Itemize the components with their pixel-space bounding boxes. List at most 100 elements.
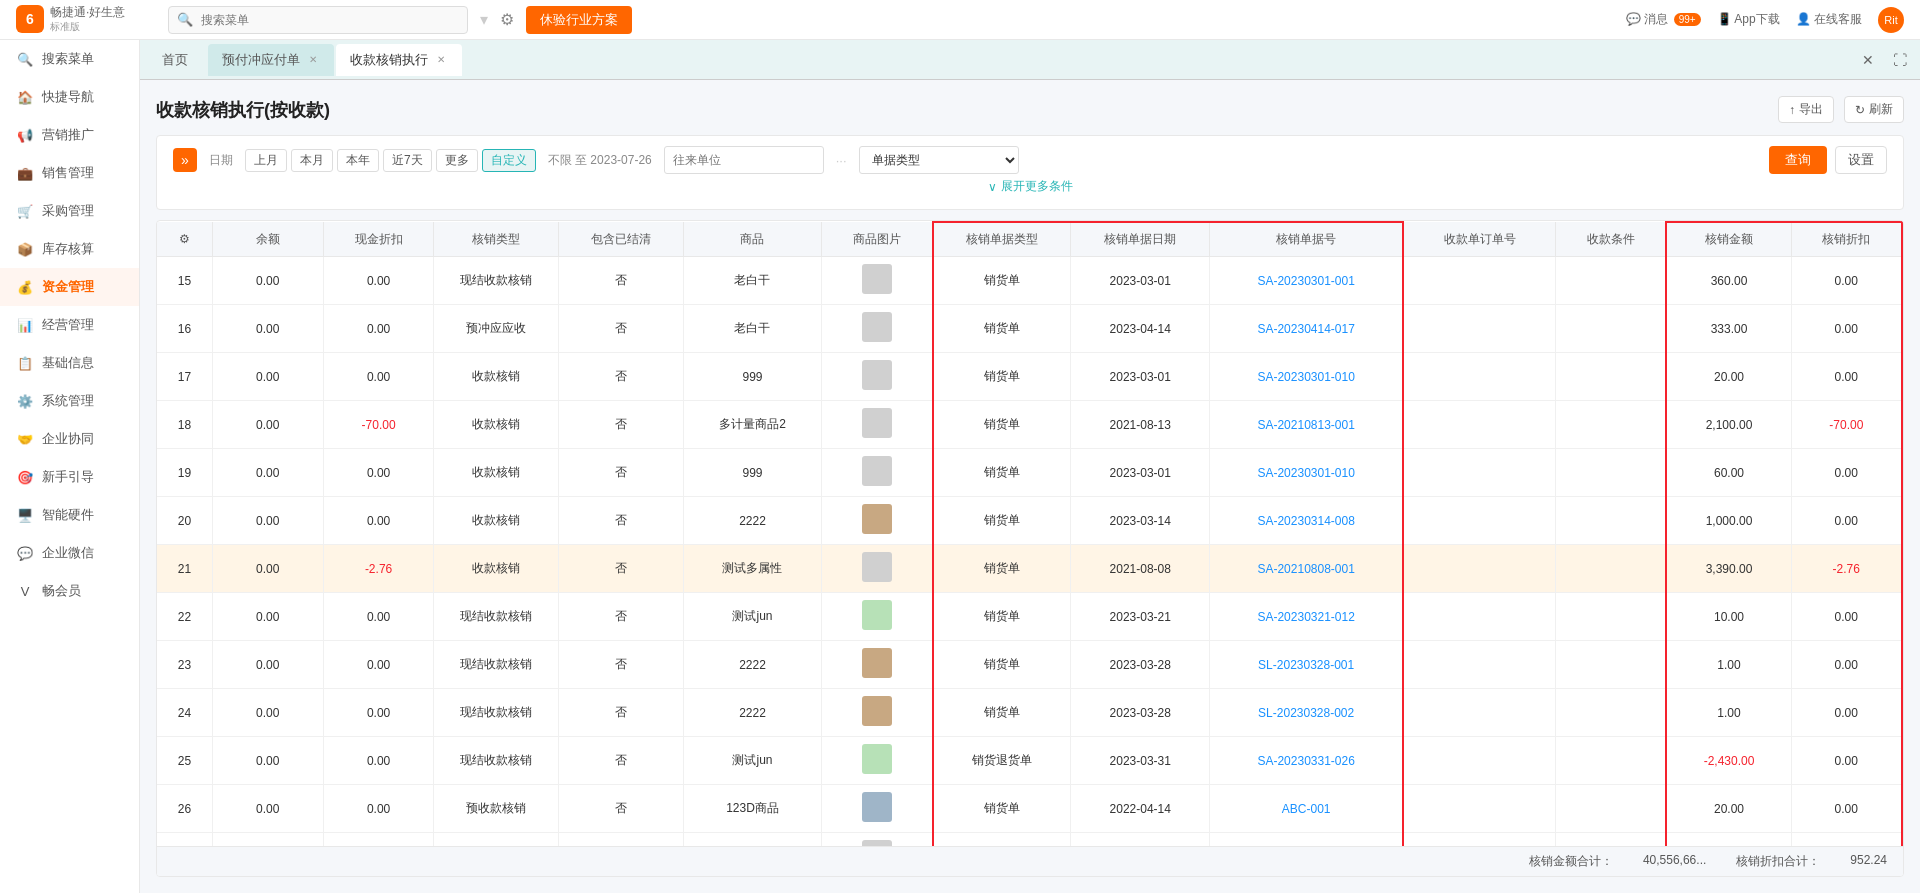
- row-goods: 2222: [683, 641, 821, 689]
- total-amount-label: 核销金额合计：: [1529, 853, 1613, 870]
- sidebar-item-hardware[interactable]: 🖥️ 智能硬件: [0, 496, 139, 534]
- bill-no-link[interactable]: ABC-001: [1282, 802, 1331, 816]
- tab-cancel[interactable]: 收款核销执行 ✕: [336, 44, 462, 76]
- query-button[interactable]: 查询: [1769, 146, 1827, 174]
- bill-no-link[interactable]: SA-20230301-010: [1257, 370, 1354, 384]
- row-cancel-amount: 60.00: [1666, 449, 1791, 497]
- table-wrapper[interactable]: ⚙ 余额 现金折扣 核销类型 包含已结清 商品 商品图片 核销单据类型 核销单据…: [157, 221, 1903, 846]
- tab-close-cancel[interactable]: ✕: [434, 53, 448, 67]
- sidebar-item-search[interactable]: 🔍 搜索菜单: [0, 40, 139, 78]
- marketing-icon: 📢: [16, 126, 34, 144]
- sidebar-item-member[interactable]: V 畅会员: [0, 572, 139, 610]
- bill-no-link[interactable]: SA-20230331-026: [1257, 754, 1354, 768]
- row-cancel-amount: 2,100.00: [1666, 401, 1791, 449]
- maximize-icon[interactable]: ⛶: [1888, 48, 1912, 72]
- sidebar-item-system[interactable]: ⚙️ 系统管理: [0, 382, 139, 420]
- row-goods: 多计量商品2: [683, 401, 821, 449]
- tab-bar: 首页 预付冲应付单 ✕ 收款核销执行 ✕ ✕ ⛶: [140, 40, 1920, 80]
- search-icon: 🔍: [16, 50, 34, 68]
- industry-btn[interactable]: 休验行业方案: [526, 6, 632, 34]
- gear-icon[interactable]: ⚙: [500, 10, 514, 29]
- table-row: 23 0.00 0.00 现结收款核销 否 2222 销货单 2023-03-2…: [157, 641, 1902, 689]
- col-cancel-type: 核销类型: [434, 222, 559, 257]
- row-goods: 999: [683, 449, 821, 497]
- app-download[interactable]: 📱 App下载: [1717, 11, 1780, 28]
- col-cancel-discount: 核销折扣: [1791, 222, 1902, 257]
- sidebar-item-wechat[interactable]: 💬 企业微信: [0, 534, 139, 572]
- sidebar-item-quick-nav[interactable]: 🏠 快捷导航: [0, 78, 139, 116]
- sidebar-item-basic[interactable]: 📋 基础信息: [0, 344, 139, 382]
- sidebar-item-operation[interactable]: 📊 经营管理: [0, 306, 139, 344]
- row-cancel-type: 收款核销: [434, 353, 559, 401]
- this-month-btn[interactable]: 本月: [291, 149, 333, 172]
- bill-no-link[interactable]: SA-20230414-017: [1257, 322, 1354, 336]
- expand-more-btn[interactable]: ∨ 展开更多条件: [173, 174, 1887, 199]
- bill-no-link[interactable]: SA-20210808-001: [1257, 562, 1354, 576]
- this-year-btn[interactable]: 本年: [337, 149, 379, 172]
- filter-expand-button[interactable]: »: [173, 148, 197, 172]
- sidebar-item-inventory[interactable]: 📦 库存核算: [0, 230, 139, 268]
- row-goods: 测试多属性: [683, 545, 821, 593]
- row-cancel-bill-no: SA-20230314-008: [1209, 497, 1403, 545]
- avatar[interactable]: Rit: [1878, 7, 1904, 33]
- close-window-icon[interactable]: ✕: [1856, 48, 1880, 72]
- row-balance: 0.00: [212, 401, 323, 449]
- hardware-icon: 🖥️: [16, 506, 34, 524]
- row-cancel-amount: 10.00: [1666, 593, 1791, 641]
- table-footer: 核销金额合计： 40,556,66... 核销折扣合计： 952.24: [157, 846, 1903, 876]
- col-receipt-cond: 收款条件: [1556, 222, 1667, 257]
- export-button[interactable]: ↑ 导出: [1778, 96, 1834, 123]
- sidebar-item-enterprise[interactable]: 🤝 企业协同: [0, 420, 139, 458]
- bill-no-link[interactable]: SA-20230301-001: [1257, 274, 1354, 288]
- row-goods-img: [822, 497, 933, 545]
- bill-no-link[interactable]: SA-20230301-010: [1257, 466, 1354, 480]
- sidebar-item-label: 资金管理: [42, 278, 94, 296]
- search-input[interactable]: [201, 13, 459, 27]
- row-cancel-type: 预冲应应收: [434, 305, 559, 353]
- bill-no-link[interactable]: SL-20230328-001: [1258, 658, 1354, 672]
- table-row: 26 0.00 0.00 预收款核销 否 123D商品 销货单 2022-04-…: [157, 785, 1902, 833]
- more-btn[interactable]: 更多: [436, 149, 478, 172]
- sidebar-item-marketing[interactable]: 📢 营销推广: [0, 116, 139, 154]
- top-search-box[interactable]: 🔍: [168, 6, 468, 34]
- refresh-button[interactable]: ↻ 刷新: [1844, 96, 1904, 123]
- row-receipt-order-no: [1403, 449, 1555, 497]
- tab-home[interactable]: 首页: [148, 44, 202, 76]
- row-cancel-bill-type: 销货退货单: [933, 737, 1071, 785]
- last7days-btn[interactable]: 近7天: [383, 149, 432, 172]
- bill-no-link[interactable]: SA-20230321-012: [1257, 610, 1354, 624]
- row-cancel-discount: 0.00: [1791, 305, 1902, 353]
- col-settings[interactable]: ⚙: [157, 222, 212, 257]
- row-cancel-bill-no: SA-20230301-010: [1209, 353, 1403, 401]
- sidebar-item-guide[interactable]: 🎯 新手引导: [0, 458, 139, 496]
- wechat-icon: 💬: [16, 544, 34, 562]
- settings-button[interactable]: 设置: [1835, 146, 1887, 174]
- row-receipt-cond: [1556, 737, 1667, 785]
- bill-no-link[interactable]: SA-20230314-008: [1257, 514, 1354, 528]
- dropdown-icon[interactable]: ▾: [480, 10, 488, 29]
- bill-no-link[interactable]: SA-20210813-001: [1257, 418, 1354, 432]
- tab-prepay[interactable]: 预付冲应付单 ✕: [208, 44, 334, 76]
- bill-type-select[interactable]: 单据类型: [859, 146, 1019, 174]
- row-balance: 0.00: [212, 497, 323, 545]
- message-area[interactable]: 💬 消息 99+: [1626, 11, 1701, 28]
- row-cancel-bill-type: 销货单: [933, 449, 1071, 497]
- row-goods-img: [822, 833, 933, 847]
- sidebar-item-capital[interactable]: 💰 资金管理: [0, 268, 139, 306]
- row-balance: 0.00: [212, 257, 323, 305]
- last-month-btn[interactable]: 上月: [245, 149, 287, 172]
- sidebar-item-label: 销售管理: [42, 164, 94, 182]
- tab-close-prepay[interactable]: ✕: [306, 53, 320, 67]
- online-service[interactable]: 👤 在线客服: [1796, 11, 1862, 28]
- bill-no-link[interactable]: SL-20230328-002: [1258, 706, 1354, 720]
- tab-bar-right: ✕ ⛶: [1856, 48, 1912, 72]
- row-balance: 0.00: [212, 737, 323, 785]
- sidebar-item-sales[interactable]: 💼 销售管理: [0, 154, 139, 192]
- col-cash-discount: 现金折扣: [323, 222, 434, 257]
- sidebar-item-purchase[interactable]: 🛒 采购管理: [0, 192, 139, 230]
- row-receipt-order-no: [1403, 257, 1555, 305]
- row-cancel-discount: 0.00: [1791, 737, 1902, 785]
- counterpart-input[interactable]: [664, 146, 824, 174]
- custom-btn[interactable]: 自定义: [482, 149, 536, 172]
- row-cash-discount: 0.00: [323, 689, 434, 737]
